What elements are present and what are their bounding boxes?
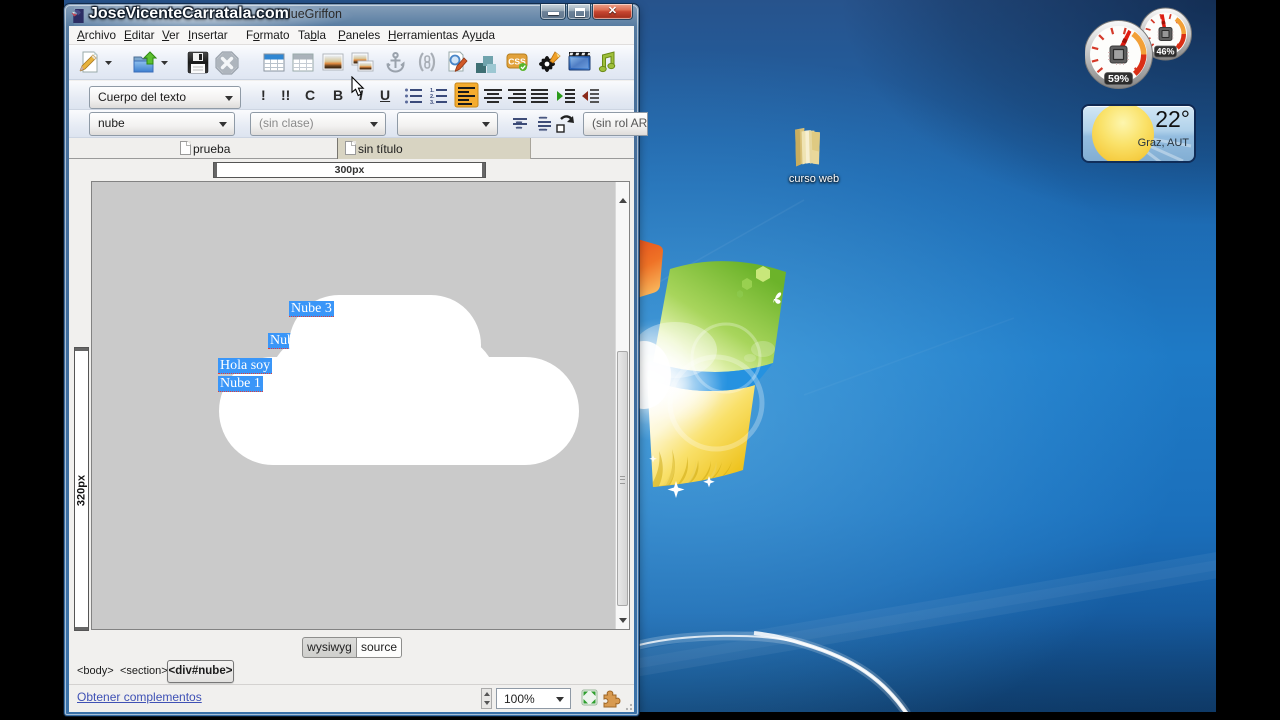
svg-text:3.: 3. [430,100,435,106]
svg-text:59%: 59% [1108,73,1130,85]
svg-text:46%: 46% [1156,47,1174,57]
